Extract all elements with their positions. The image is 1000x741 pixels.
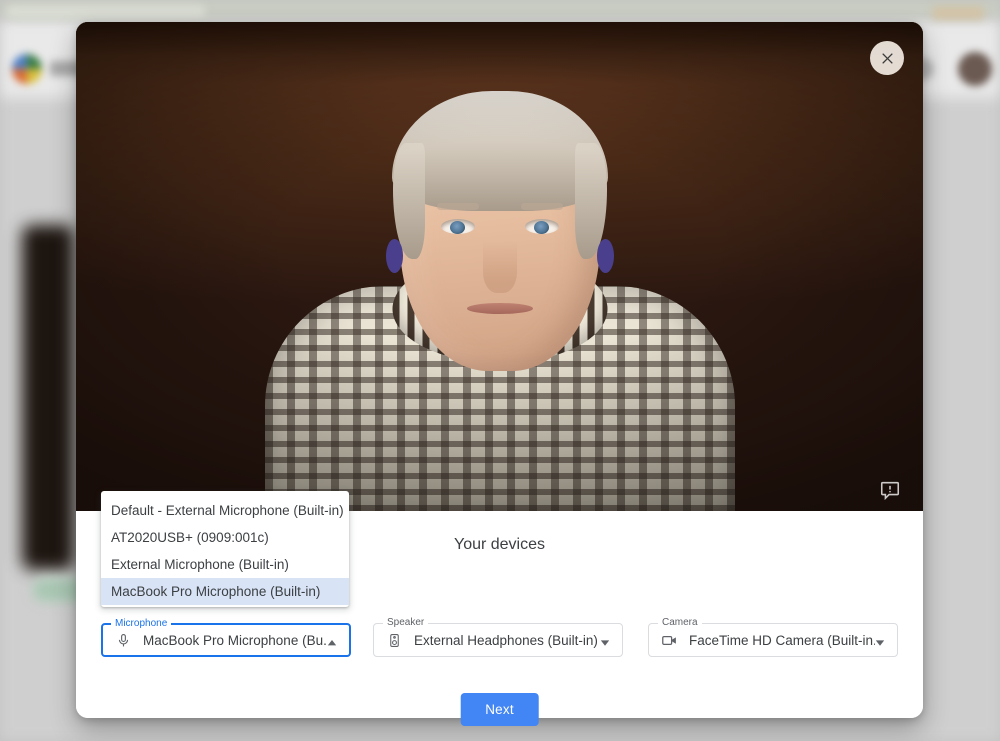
avatar: [958, 52, 992, 86]
speaker-select[interactable]: Speaker External Headphones (Built-in): [373, 623, 623, 657]
microphone-select[interactable]: Microphone MacBook Pro Microphone (Bu...: [101, 623, 351, 657]
browser-address-bar: [6, 5, 206, 19]
dropdown-option-external-microphone[interactable]: External Microphone (Built-in): [101, 551, 349, 578]
microphone-select-value: MacBook Pro Microphone (Bu...: [143, 633, 327, 648]
background-video-tile: [22, 225, 74, 570]
microphone-select-label: Microphone: [111, 618, 171, 630]
google-meet-logo-icon: [12, 54, 42, 84]
chevron-down-icon[interactable]: [600, 635, 610, 645]
camera-preview: [76, 22, 923, 511]
chevron-up-icon[interactable]: [327, 635, 337, 645]
browser-toolbar-button: [932, 6, 984, 20]
speaker-select-label: Speaker: [383, 617, 428, 629]
microphone-icon: [114, 631, 132, 649]
next-button[interactable]: Next: [460, 693, 539, 726]
preview-vignette: [76, 22, 923, 511]
dropdown-option-default-external-microphone[interactable]: Default - External Microphone (Built-in): [101, 497, 349, 524]
camera-select-value: FaceTime HD Camera (Built-in...: [689, 633, 875, 648]
report-feedback-icon[interactable]: [879, 479, 901, 501]
camera-icon: [660, 631, 678, 649]
chevron-down-icon[interactable]: [875, 635, 885, 645]
camera-select-label: Camera: [658, 617, 702, 629]
speaker-select-value: External Headphones (Built-in): [414, 633, 600, 648]
microphone-dropdown-menu[interactable]: Default - External Microphone (Built-in)…: [101, 491, 349, 607]
camera-select[interactable]: Camera FaceTime HD Camera (Built-in...: [648, 623, 898, 657]
close-icon[interactable]: [870, 41, 904, 75]
dropdown-option-macbook-pro-microphone[interactable]: MacBook Pro Microphone (Built-in): [101, 578, 349, 605]
device-setup-dialog: Your devices Microphone MacBook Pro Micr…: [76, 22, 923, 718]
speaker-icon: [385, 631, 403, 649]
dropdown-option-at2020usb[interactable]: AT2020USB+ (0909:001c): [101, 524, 349, 551]
